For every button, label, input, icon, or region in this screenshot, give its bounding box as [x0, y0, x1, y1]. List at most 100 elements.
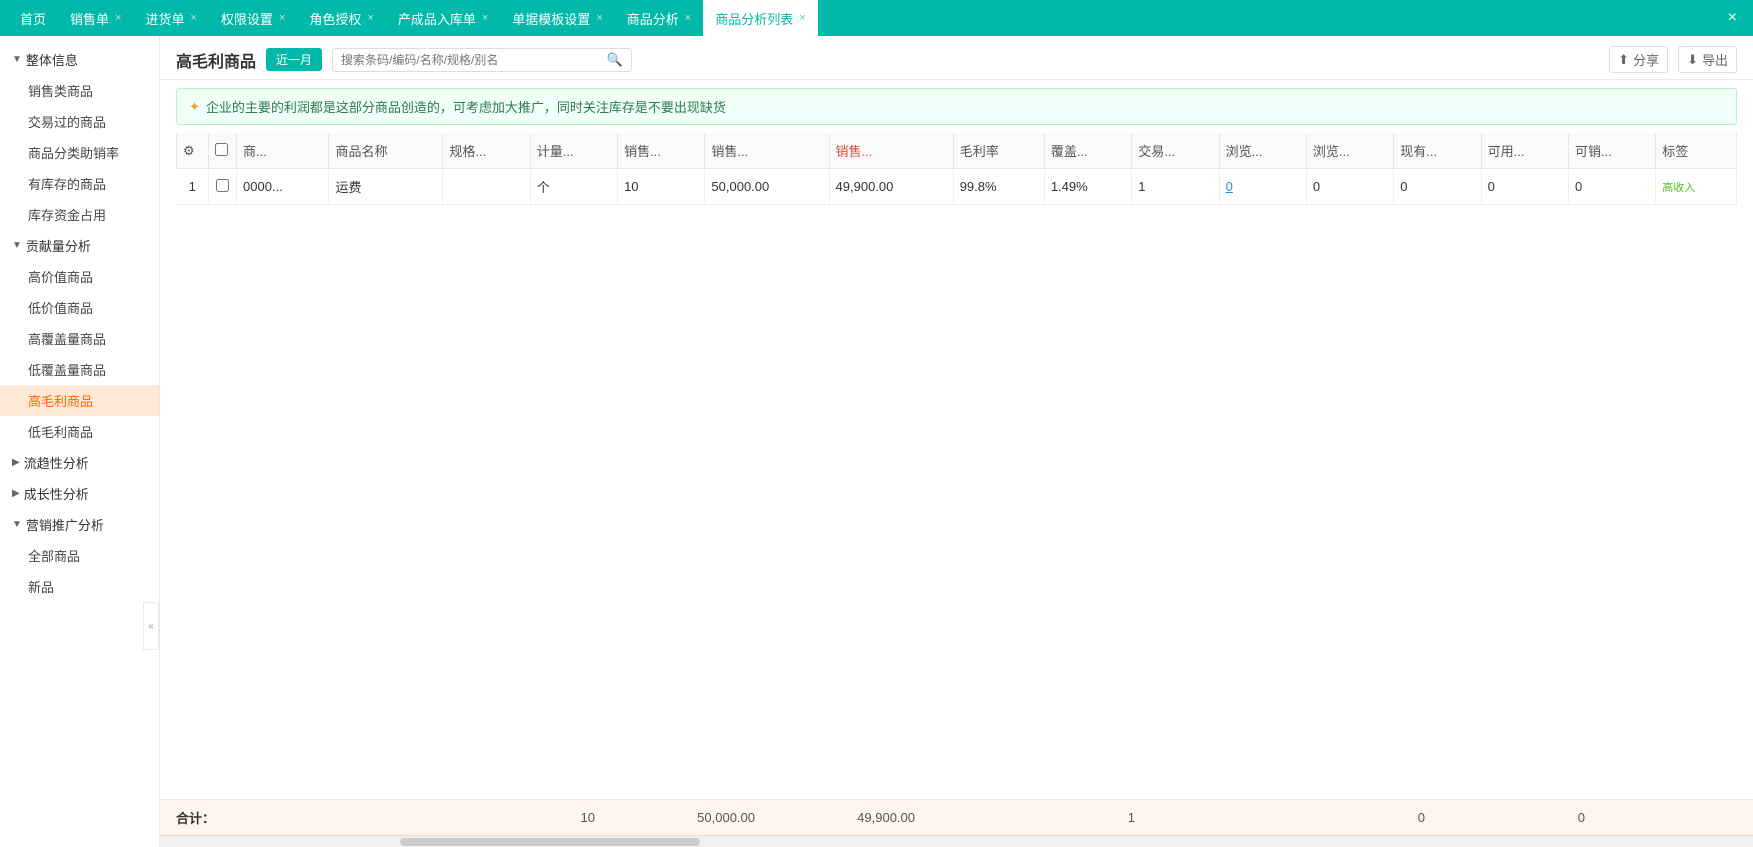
horizontal-scrollbar[interactable]	[160, 835, 1753, 847]
cell-code: 0000...	[237, 169, 329, 205]
sidebar-group-trend[interactable]: ▶ 流趋性分析	[0, 447, 159, 478]
close-icon[interactable]: ×	[685, 12, 691, 24]
nav-product-in[interactable]: 产成品入库单 ×	[386, 0, 500, 36]
close-icon[interactable]: ×	[482, 12, 488, 24]
close-icon[interactable]: ×	[279, 12, 285, 24]
footer-sales-profit: 49,900.00	[835, 810, 915, 825]
cell-sales-amount: 50,000.00	[705, 169, 829, 205]
nav-template[interactable]: 单据模板设置 ×	[500, 0, 614, 36]
export-button[interactable]: ⬇ 导出	[1678, 46, 1737, 73]
nav-analysis[interactable]: 商品分析 ×	[615, 0, 703, 36]
cell-checkbox	[209, 169, 237, 205]
col-settings[interactable]: ⚙	[177, 133, 209, 169]
table-wrapper: ⚙ 商... 商品名称 规格... 计量... 销售... 销售... 销售..…	[160, 133, 1753, 799]
sidebar-item-low-coverage[interactable]: 低覆盖量商品	[0, 354, 159, 385]
sidebar-item-high-coverage[interactable]: 高覆盖量商品	[0, 323, 159, 354]
sidebar-item-category-rate[interactable]: 商品分类助销率	[0, 137, 159, 168]
sidebar-collapse-button[interactable]: «	[143, 602, 159, 650]
cell-transaction: 1	[1132, 169, 1219, 205]
sidebar-item-new-goods[interactable]: 新品	[0, 571, 159, 602]
col-browse2[interactable]: 浏览...	[1306, 133, 1393, 169]
sidebar-item-sales-goods[interactable]: 销售类商品	[0, 75, 159, 106]
sidebar-item-traded[interactable]: 交易过的商品	[0, 106, 159, 137]
sidebar-group-growth[interactable]: ▶ 成长性分析	[0, 478, 159, 509]
sidebar: ▼ 整体信息 销售类商品 交易过的商品 商品分类助销率 有库存的商品 库存资金占…	[0, 36, 160, 847]
footer-sales-amount: 50,000.00	[675, 810, 755, 825]
cell-name: 运费	[329, 169, 443, 205]
data-table: ⚙ 商... 商品名称 规格... 计量... 销售... 销售... 销售..…	[176, 133, 1737, 205]
settings-icon[interactable]: ⚙	[183, 143, 195, 158]
close-icon[interactable]: ×	[367, 12, 373, 24]
arrow-down-icon: ▼	[12, 240, 22, 251]
arrow-down-icon: ▼	[12, 519, 22, 530]
col-available[interactable]: 可用...	[1481, 133, 1568, 169]
sidebar-item-all-goods[interactable]: 全部商品	[0, 540, 159, 571]
sidebar-group-contribution[interactable]: ▼ 贡献量分析	[0, 230, 159, 261]
cell-spec	[443, 169, 530, 205]
cell-unit: 个	[530, 169, 617, 205]
alert-icon: ✦	[189, 99, 200, 115]
cell-browse1[interactable]: 0	[1219, 169, 1306, 205]
top-nav: 首页 销售单 × 进货单 × 权限设置 × 角色授权 × 产成品入库单 × 单据…	[0, 0, 1753, 36]
sidebar-item-low-value[interactable]: 低价值商品	[0, 292, 159, 323]
export-icon: ⬇	[1687, 52, 1698, 68]
main-layout: ▼ 整体信息 销售类商品 交易过的商品 商品分类助销率 有库存的商品 库存资金占…	[0, 36, 1753, 847]
sidebar-item-high-value[interactable]: 高价值商品	[0, 261, 159, 292]
search-input[interactable]	[341, 53, 603, 67]
share-button[interactable]: ⬆ 分享	[1609, 46, 1668, 73]
window-close-button[interactable]: ×	[1720, 9, 1745, 27]
cell-sales-profit: 49,900.00	[829, 169, 953, 205]
col-unit[interactable]: 计量...	[530, 133, 617, 169]
sidebar-item-stocked[interactable]: 有库存的商品	[0, 168, 159, 199]
cell-tag: 高收入	[1656, 169, 1737, 205]
close-icon[interactable]: ×	[596, 12, 602, 24]
col-browse1[interactable]: 浏览...	[1219, 133, 1306, 169]
col-current-stock[interactable]: 现有...	[1394, 133, 1481, 169]
nav-home[interactable]: 首页	[8, 0, 58, 36]
col-code[interactable]: 商...	[237, 133, 329, 169]
table-row: 1 0000... 运费 个 10 50,000.00 49,900.00 99…	[177, 169, 1737, 205]
col-checkbox	[209, 133, 237, 169]
footer-current: 0	[1345, 810, 1425, 825]
close-icon[interactable]: ×	[115, 12, 121, 24]
col-sales-amount[interactable]: 销售...	[705, 133, 829, 169]
nav-sales[interactable]: 销售单 ×	[58, 0, 133, 36]
footer-sales-qty: 10	[515, 810, 595, 825]
col-sellable[interactable]: 可销...	[1568, 133, 1655, 169]
col-spec[interactable]: 规格...	[443, 133, 530, 169]
col-name[interactable]: 商品名称	[329, 133, 443, 169]
sidebar-item-low-margin[interactable]: 低毛利商品	[0, 416, 159, 447]
nav-purchase[interactable]: 进货单 ×	[133, 0, 208, 36]
search-box: 🔍	[332, 48, 632, 72]
cell-coverage: 1.49%	[1044, 169, 1131, 205]
nav-role[interactable]: 角色授权 ×	[297, 0, 385, 36]
scroll-thumb[interactable]	[400, 838, 700, 846]
col-sales-qty[interactable]: 销售...	[618, 133, 705, 169]
arrow-down-icon: ▼	[12, 54, 22, 65]
search-icon: 🔍	[607, 52, 623, 68]
close-icon[interactable]: ×	[190, 12, 196, 24]
sidebar-item-high-margin[interactable]: 高毛利商品	[0, 385, 159, 416]
cell-gross-margin: 99.8%	[953, 169, 1044, 205]
close-icon[interactable]: ×	[799, 12, 805, 24]
sidebar-group-marketing[interactable]: ▼ 营销推广分析	[0, 509, 159, 540]
col-transaction[interactable]: 交易...	[1132, 133, 1219, 169]
arrow-right-icon: ▶	[12, 457, 20, 468]
nav-analysis-list[interactable]: 商品分析列表 ×	[703, 0, 817, 36]
col-sales-profit[interactable]: 销售...	[829, 133, 953, 169]
sidebar-item-capital[interactable]: 库存资金占用	[0, 199, 159, 230]
row-checkbox[interactable]	[216, 179, 229, 192]
share-icon: ⬆	[1618, 52, 1629, 68]
page-title: 高毛利商品	[176, 48, 256, 72]
sidebar-group-overall[interactable]: ▼ 整体信息	[0, 44, 159, 75]
select-all-checkbox[interactable]	[215, 143, 228, 156]
period-button[interactable]: 近一月	[266, 48, 322, 71]
col-tag[interactable]: 标签	[1656, 133, 1737, 169]
cell-index: 1	[177, 169, 209, 205]
nav-permission[interactable]: 权限设置 ×	[209, 0, 297, 36]
col-gross-margin[interactable]: 毛利率	[953, 133, 1044, 169]
footer-values: 10 50,000.00 49,900.00 1 0 0	[235, 810, 1737, 825]
footer-label: 合计：	[176, 808, 215, 827]
col-coverage[interactable]: 覆盖...	[1044, 133, 1131, 169]
cell-available: 0	[1481, 169, 1568, 205]
